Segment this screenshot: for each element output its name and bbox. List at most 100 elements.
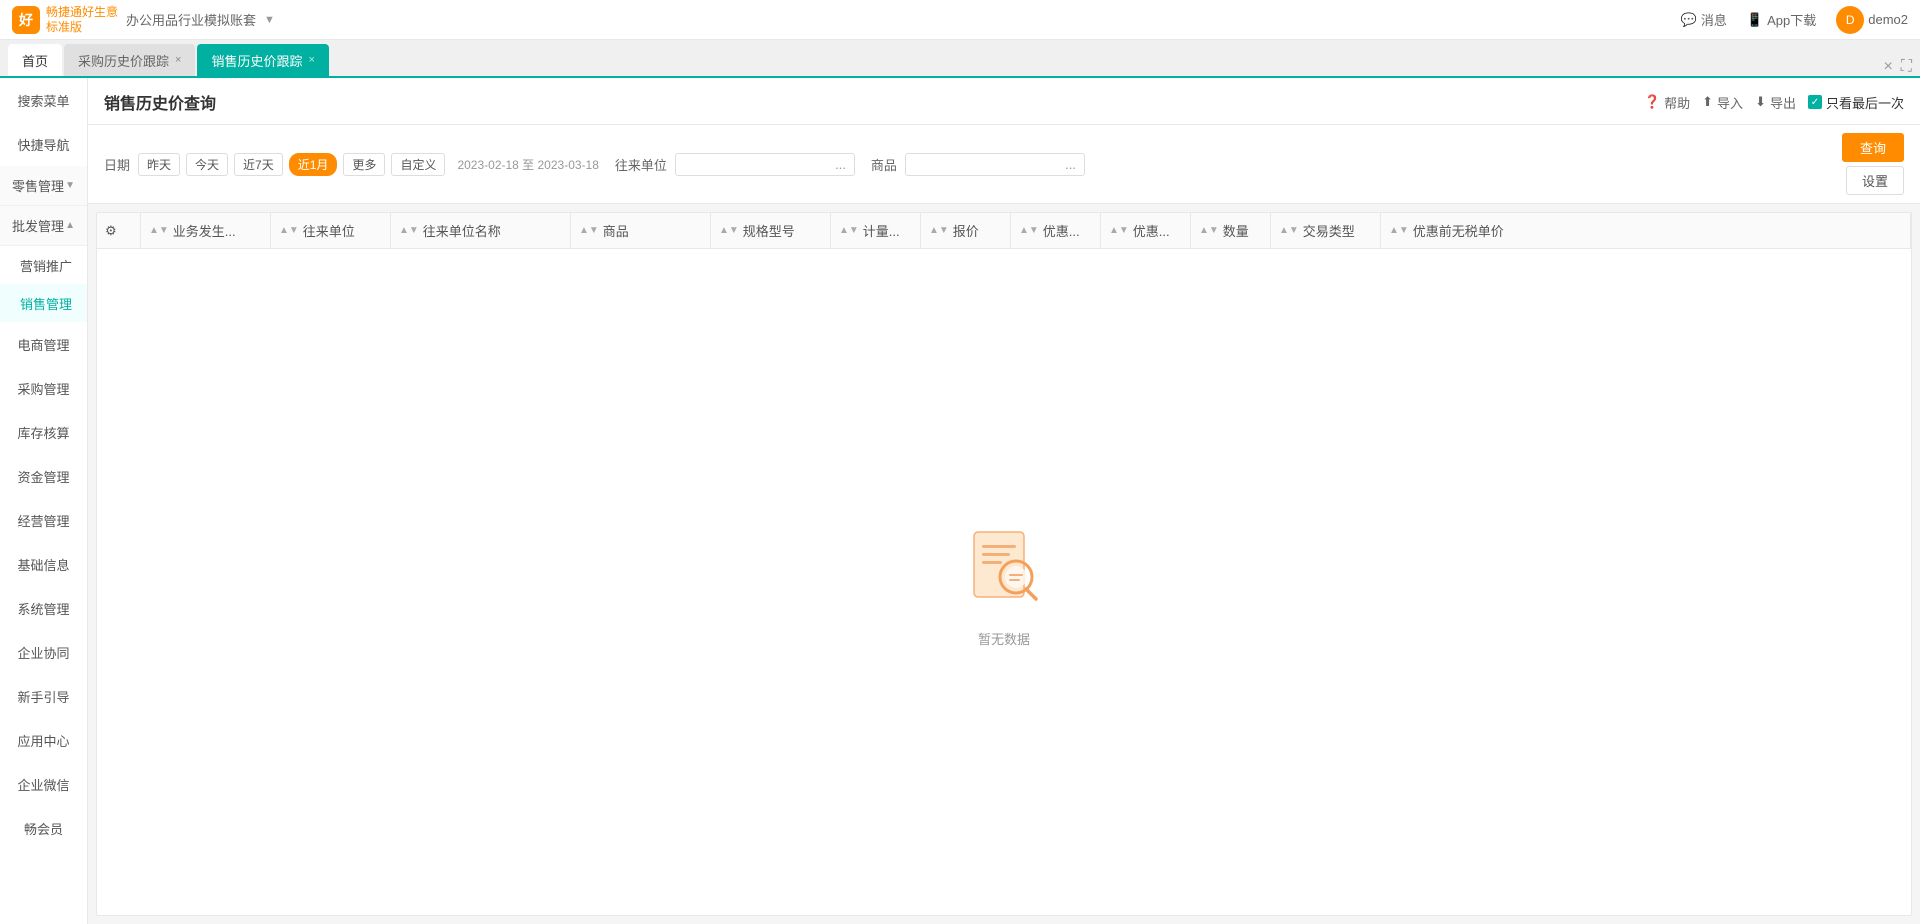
sidebar-item-finance[interactable]: 资金管理 (0, 454, 87, 498)
th-discount1[interactable]: ▲▼ 优惠... (1011, 213, 1101, 248)
th-quoted-price[interactable]: ▲▼ 报价 (921, 213, 1011, 248)
retail-mgmt-arrow-icon: ▼ (65, 180, 75, 191)
sidebar-item-vip-member[interactable]: 畅会员 (0, 806, 87, 850)
export-button[interactable]: ⬇ 导出 (1755, 93, 1796, 112)
sidebar-item-purchase[interactable]: 采购管理 (0, 366, 87, 410)
query-actions: 查询 设置 (1842, 133, 1904, 195)
message-icon: 💬 (1681, 12, 1697, 28)
filter-row: 日期 昨天 今天 近7天 近1月 更多 自定义 2023-02-18 至 202… (88, 125, 1920, 204)
sort-icon: ▲▼ (399, 226, 419, 236)
app-download-action[interactable]: 📱 App下载 (1747, 10, 1816, 29)
only-last-checkbox[interactable] (1808, 95, 1822, 109)
help-button[interactable]: ❓ 帮助 (1644, 93, 1690, 112)
tab-sales-close-icon[interactable]: × (308, 54, 314, 66)
empty-text: 暂无数据 (978, 629, 1030, 648)
product-label: 商品 (871, 155, 897, 174)
date-btn-last7[interactable]: 近7天 (234, 153, 283, 176)
sidebar-item-system-mgmt[interactable]: 系统管理 (0, 586, 87, 630)
empty-state: 暂无数据 (954, 517, 1054, 648)
th-spec[interactable]: ▲▼ 规格型号 (711, 213, 831, 248)
user-action[interactable]: D demo2 (1836, 6, 1908, 34)
wholesale-mgmt-arrow-icon: ▲ (65, 220, 75, 231)
sort-icon: ▲▼ (1109, 226, 1129, 236)
import-button[interactable]: ⬆ 导入 (1702, 93, 1743, 112)
sidebar-item-enterprise-coop[interactable]: 企业协同 (0, 630, 87, 674)
date-filter-group: 日期 昨天 今天 近7天 近1月 更多 自定义 2023-02-18 至 202… (104, 153, 599, 176)
sidebar-item-enterprise-wechat[interactable]: 企业微信 (0, 762, 87, 806)
sidebar-item-operations[interactable]: 经营管理 (0, 498, 87, 542)
sidebar: 搜索菜单 快捷导航 零售管理 ▼ 批发管理 ▲ 营销推广 销售管理 电商管理 采… (0, 78, 88, 924)
page-header: 销售历史价查询 ❓ 帮助 ⬆ 导入 ⬇ 导出 (88, 78, 1920, 125)
sidebar-item-sales-mgmt[interactable]: 销售管理 (0, 284, 87, 322)
content-area: 销售历史价查询 ❓ 帮助 ⬆ 导入 ⬇ 导出 (88, 78, 1920, 924)
close-all-tabs-icon[interactable]: × (1883, 58, 1892, 76)
sidebar-item-retail-mgmt[interactable]: 零售管理 ▼ (0, 166, 87, 206)
th-pre-tax-price[interactable]: ▲▼ 优惠前无税单价 (1381, 213, 1911, 248)
app-download-icon: 📱 (1747, 12, 1763, 28)
product-input[interactable]: ... (905, 153, 1085, 176)
empty-illustration-image (954, 517, 1054, 617)
sort-icon: ▲▼ (149, 226, 169, 236)
th-trade-type[interactable]: ▲▼ 交易类型 (1271, 213, 1381, 248)
th-quantity[interactable]: ▲▼ 数量 (1191, 213, 1271, 248)
top-bar: 好 畅捷通好生意 标准版 办公用品行业模拟账套 ▼ 💬 消息 📱 App下载 D… (0, 0, 1920, 40)
only-last-checkbox-label[interactable]: 只看最后一次 (1808, 93, 1904, 112)
sidebar-item-inventory[interactable]: 库存核算 (0, 410, 87, 454)
sidebar-item-search-menu[interactable]: 搜索菜单 (0, 78, 87, 122)
sidebar-item-basic-info[interactable]: 基础信息 (0, 542, 87, 586)
date-btn-custom[interactable]: 自定义 (391, 153, 445, 176)
date-range-text: 2023-02-18 至 2023-03-18 (457, 156, 598, 173)
table-header: ⚙ ▲▼ 业务发生... ▲▼ 往来单位 ▲▼ 往来单位名称 ▲▼ 商品 (97, 213, 1911, 249)
query-button[interactable]: 查询 (1842, 133, 1904, 162)
maximize-icon[interactable]: ⛶ (1901, 58, 1912, 76)
sort-icon: ▲▼ (1019, 226, 1039, 236)
app-title-dropdown[interactable]: ▼ (264, 14, 275, 26)
sidebar-item-wholesale-mgmt[interactable]: 批发管理 ▲ (0, 206, 87, 246)
import-icon: ⬆ (1702, 94, 1713, 110)
date-btn-last1m[interactable]: 近1月 (289, 153, 338, 176)
th-business-date[interactable]: ▲▼ 业务发生... (141, 213, 271, 248)
sort-icon: ▲▼ (839, 226, 859, 236)
th-partner-code[interactable]: ▲▼ 往来单位 (271, 213, 391, 248)
logo-icon: 好 (12, 6, 40, 34)
tab-bar: 首页 采购历史价跟踪 × 销售历史价跟踪 × × ⛶ (0, 40, 1920, 78)
sort-icon: ▲▼ (929, 226, 949, 236)
th-unit[interactable]: ▲▼ 计量... (831, 213, 921, 248)
sort-icon: ▲▼ (1389, 226, 1409, 236)
top-bar-left: 好 畅捷通好生意 标准版 办公用品行业模拟账套 ▼ (12, 5, 275, 34)
sort-icon: ▲▼ (279, 226, 299, 236)
partner-input[interactable]: ... (675, 153, 855, 176)
message-action[interactable]: 💬 消息 (1681, 10, 1727, 29)
app-title: 办公用品行业模拟账套 (126, 10, 256, 29)
tab-purchase-close-icon[interactable]: × (175, 54, 181, 66)
logo-area: 好 畅捷通好生意 标准版 (12, 5, 118, 34)
sidebar-item-app-center[interactable]: 应用中心 (0, 718, 87, 762)
partner-label: 往来单位 (615, 155, 667, 174)
date-btn-more[interactable]: 更多 (343, 153, 385, 176)
product-filter-group: 商品 ... (871, 153, 1085, 176)
sidebar-item-quick-nav[interactable]: 快捷导航 (0, 122, 87, 166)
table-body: 暂无数据 (97, 249, 1911, 915)
page-actions: ❓ 帮助 ⬆ 导入 ⬇ 导出 只看最后一次 (1644, 93, 1904, 112)
export-icon: ⬇ (1755, 94, 1766, 110)
sidebar-item-marketing[interactable]: 营销推广 (0, 246, 87, 284)
tab-home[interactable]: 首页 (8, 44, 62, 76)
date-buttons: 昨天 今天 近7天 近1月 更多 自定义 (138, 153, 445, 176)
date-btn-today[interactable]: 今天 (186, 153, 228, 176)
date-btn-yesterday[interactable]: 昨天 (138, 153, 180, 176)
help-icon: ❓ (1644, 94, 1660, 110)
top-bar-right: 💬 消息 📱 App下载 D demo2 (1681, 6, 1908, 34)
sort-icon: ▲▼ (1199, 226, 1219, 236)
settings-button[interactable]: 设置 (1846, 166, 1904, 195)
sidebar-item-ecommerce[interactable]: 电商管理 (0, 322, 87, 366)
tab-purchase-history[interactable]: 采购历史价跟踪 × (64, 44, 195, 76)
th-settings[interactable]: ⚙ (97, 213, 141, 248)
th-discount2[interactable]: ▲▼ 优惠... (1101, 213, 1191, 248)
sidebar-item-beginner-guide[interactable]: 新手引导 (0, 674, 87, 718)
tab-sales-history[interactable]: 销售历史价跟踪 × (197, 44, 328, 76)
main-layout: 搜索菜单 快捷导航 零售管理 ▼ 批发管理 ▲ 营销推广 销售管理 电商管理 采… (0, 78, 1920, 924)
logo-text: 畅捷通好生意 标准版 (46, 5, 118, 34)
th-partner-name[interactable]: ▲▼ 往来单位名称 (391, 213, 571, 248)
th-product[interactable]: ▲▼ 商品 (571, 213, 711, 248)
sort-icon: ▲▼ (579, 226, 599, 236)
